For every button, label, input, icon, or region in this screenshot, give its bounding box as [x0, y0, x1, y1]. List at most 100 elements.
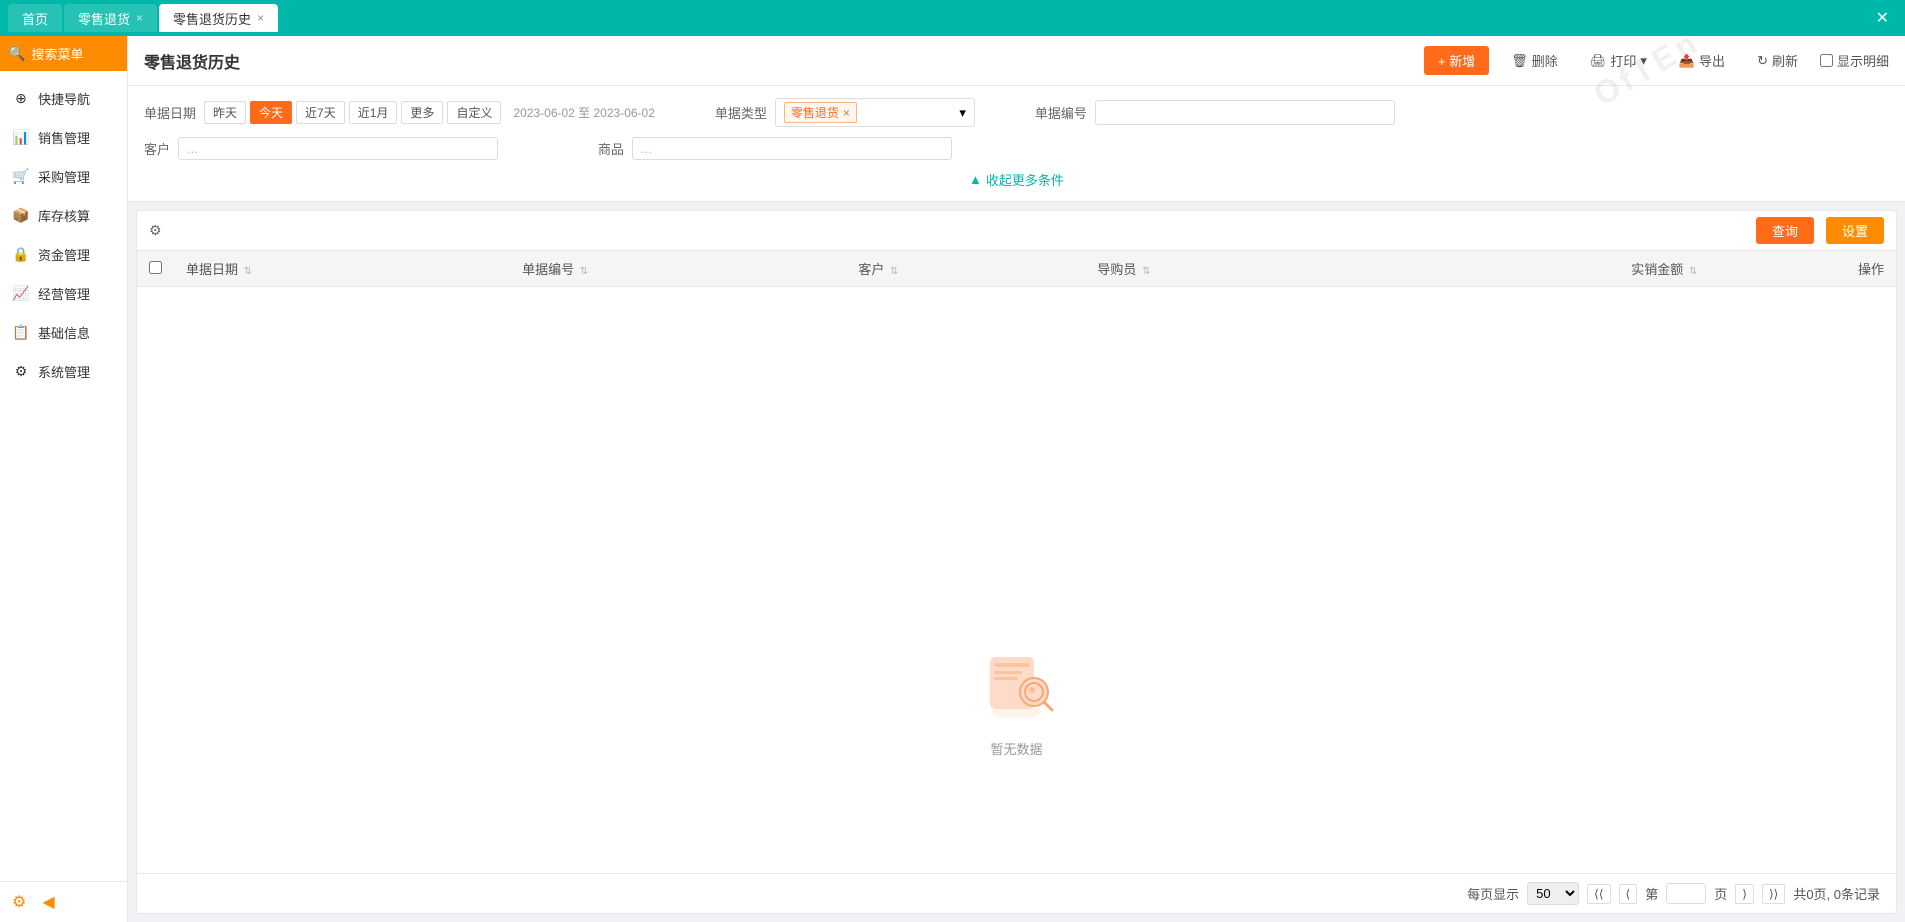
bill-type-tags: 零售退货 × — [784, 102, 951, 123]
sidebar-item-purchase-mgmt[interactable]: 🛒 采购管理 — [0, 157, 127, 196]
sidebar-settings-icon[interactable]: ⚙ — [12, 892, 26, 912]
finance-icon: 🔒 — [12, 246, 30, 264]
print-button[interactable]: 🖨 打印 ▾ — [1580, 46, 1657, 75]
customer-placeholder: ... — [187, 141, 198, 156]
filter-bill-no: 单据编号 — [1035, 100, 1395, 125]
inventory-icon: 📦 — [12, 207, 30, 225]
empty-icon — [972, 637, 1062, 727]
customer-label: 客户 — [144, 139, 170, 158]
data-table: 单据日期 ⇅ 单据编号 ⇅ 客户 ⇅ — [137, 251, 1896, 287]
th-actions: 操作 — [1709, 251, 1896, 287]
page-title: 零售退货历史 — [144, 49, 240, 73]
date-btn-1month[interactable]: 近1月 — [349, 101, 398, 124]
bill-type-label: 单据类型 — [715, 103, 767, 122]
sidebar-item-finance[interactable]: 🔒 资金管理 — [0, 235, 127, 274]
tab-bar: 首页 零售退货 × 零售退货历史 × — [8, 4, 1868, 32]
empty-text: 暂无数据 — [990, 739, 1042, 758]
purchase-mgmt-icon: 🛒 — [12, 168, 30, 186]
date-btn-custom[interactable]: 自定义 — [447, 101, 501, 124]
goods-label: 商品 — [598, 139, 624, 158]
sidebar-item-system-mgmt[interactable]: ⚙ 系统管理 — [0, 352, 127, 391]
sidebar-nav: ⊕ 快捷导航 📊 销售管理 🛒 采购管理 📦 库存核算 🔒 资金管理 📈 — [0, 71, 127, 881]
date-btn-today[interactable]: 今天 — [250, 101, 292, 124]
filter-customer: 客户 ... — [144, 137, 498, 160]
date-btn-more[interactable]: 更多 — [401, 101, 443, 124]
display-toggle-checkbox[interactable] — [1820, 54, 1833, 67]
sidebar-item-sales-mgmt[interactable]: 📊 销售管理 — [0, 118, 127, 157]
tab-retail-return-close[interactable]: × — [136, 11, 143, 25]
tab-retail-return[interactable]: 零售退货 × — [64, 4, 157, 32]
basic-info-icon: 📋 — [12, 324, 30, 342]
sort-date-icon[interactable]: ⇅ — [244, 266, 252, 277]
display-toggle-label[interactable]: 显示明细 — [1820, 51, 1889, 70]
tab-retail-return-history[interactable]: 零售退货历史 × — [159, 4, 278, 32]
goods-select[interactable]: ... — [632, 137, 952, 160]
query-button[interactable]: 查询 — [1756, 217, 1814, 244]
next-page-btn[interactable]: ⟩ — [1735, 884, 1754, 904]
bill-no-input[interactable] — [1095, 100, 1395, 125]
date-buttons: 昨天 今天 近7天 近1月 更多 自定义 — [204, 101, 501, 124]
sort-guide-icon[interactable]: ⇅ — [1142, 266, 1150, 277]
goods-placeholder: ... — [641, 141, 652, 156]
date-btn-7days[interactable]: 近7天 — [296, 101, 345, 124]
bill-type-tag-close[interactable]: × — [843, 106, 850, 120]
refresh-icon: ↻ — [1757, 53, 1768, 69]
settings-button[interactable]: 设置 — [1826, 217, 1884, 244]
date-btn-yesterday[interactable]: 昨天 — [204, 101, 246, 124]
window-close-button[interactable]: ✕ — [1868, 8, 1897, 28]
filter-bill-type: 单据类型 零售退货 × ▾ — [715, 98, 975, 127]
filter-row-1: 单据日期 昨天 今天 近7天 近1月 更多 自定义 2023-06-02 至 2… — [144, 98, 1889, 127]
filter-goods: 商品 ... — [598, 137, 952, 160]
new-button[interactable]: + 新增 — [1424, 46, 1489, 75]
date-range-text: 2023-06-02 至 2023-06-02 — [513, 104, 654, 121]
page-size-select[interactable]: 10 20 50 100 — [1527, 882, 1579, 905]
bill-no-label: 单据编号 — [1035, 103, 1087, 122]
first-page-btn[interactable]: ⟨⟨ — [1587, 884, 1610, 904]
bill-type-select[interactable]: 零售退货 × ▾ — [775, 98, 975, 127]
operations-icon: 📈 — [12, 285, 30, 303]
date-label: 单据日期 — [144, 103, 196, 122]
sidebar-collapse-icon[interactable]: ◀ — [42, 892, 54, 912]
print-dropdown-icon: ▾ — [1640, 53, 1647, 69]
tab-retail-return-history-close[interactable]: × — [257, 11, 264, 25]
pagination: 每页显示 10 20 50 100 ⟨⟨ ⟨ 第 1 页 ⟩ ⟩⟩ 共0页, 0… — [137, 873, 1896, 913]
page-header: 零售退货历史 + 新增 🗑 删除 🖨 打印 ▾ 📤 导出 — [128, 36, 1905, 86]
main-content: 零售退货历史 + 新增 🗑 删除 🖨 打印 ▾ 📤 导出 — [128, 36, 1905, 922]
page-number-input[interactable]: 1 — [1666, 883, 1706, 904]
sort-billno-icon[interactable]: ⇅ — [580, 266, 588, 277]
select-all-checkbox[interactable] — [149, 261, 162, 274]
export-button[interactable]: 📤 导出 — [1669, 46, 1735, 75]
th-bill-no: 单据编号 ⇅ — [510, 251, 846, 287]
last-page-btn[interactable]: ⟩⟩ — [1762, 884, 1785, 904]
search-icon: 🔍 — [8, 45, 25, 62]
table-area: ⚙ 查询 设置 — [136, 210, 1897, 914]
refresh-button[interactable]: ↻ 刷新 — [1747, 46, 1808, 75]
table-header-row: 单据日期 ⇅ 单据编号 ⇅ 客户 ⇅ — [137, 251, 1896, 287]
empty-state: 暂无数据 — [137, 522, 1896, 873]
sort-amount-icon[interactable]: ⇅ — [1689, 266, 1697, 277]
bill-type-dropdown-icon: ▾ — [959, 105, 966, 121]
sidebar-item-quick-nav[interactable]: ⊕ 快捷导航 — [0, 79, 127, 118]
system-mgmt-icon: ⚙ — [12, 363, 30, 381]
th-amount: 实销金额 ⇅ — [1373, 251, 1709, 287]
sidebar-item-operations[interactable]: 📈 经营管理 — [0, 274, 127, 313]
print-icon: 🖨 — [1590, 53, 1607, 69]
prev-page-btn[interactable]: ⟨ — [1619, 884, 1638, 904]
th-date: 单据日期 ⇅ — [174, 251, 510, 287]
sidebar-item-basic-info[interactable]: 📋 基础信息 — [0, 313, 127, 352]
top-bar: 首页 零售退货 × 零售退货历史 × ✕ — [0, 0, 1905, 36]
th-checkbox — [137, 251, 174, 287]
th-customer: 客户 ⇅ — [846, 251, 1085, 287]
sidebar-item-inventory[interactable]: 📦 库存核算 — [0, 196, 127, 235]
tab-home[interactable]: 首页 — [8, 4, 62, 32]
delete-button[interactable]: 🗑 删除 — [1501, 46, 1568, 75]
quick-nav-icon: ⊕ — [12, 90, 30, 108]
table-settings-icon[interactable]: ⚙ — [149, 222, 162, 239]
collapse-button[interactable]: ▲ 收起更多条件 — [969, 170, 1064, 189]
export-icon: 📤 — [1679, 53, 1695, 69]
customer-select[interactable]: ... — [178, 137, 498, 160]
sidebar-search[interactable]: 🔍 搜索菜单 — [0, 36, 127, 71]
sidebar: 🔍 搜索菜单 ⊕ 快捷导航 📊 销售管理 🛒 采购管理 📦 库存核算 🔒 — [0, 36, 128, 922]
sort-customer-icon[interactable]: ⇅ — [890, 266, 898, 277]
filter-row-2: 客户 ... 商品 ... — [144, 137, 1889, 160]
